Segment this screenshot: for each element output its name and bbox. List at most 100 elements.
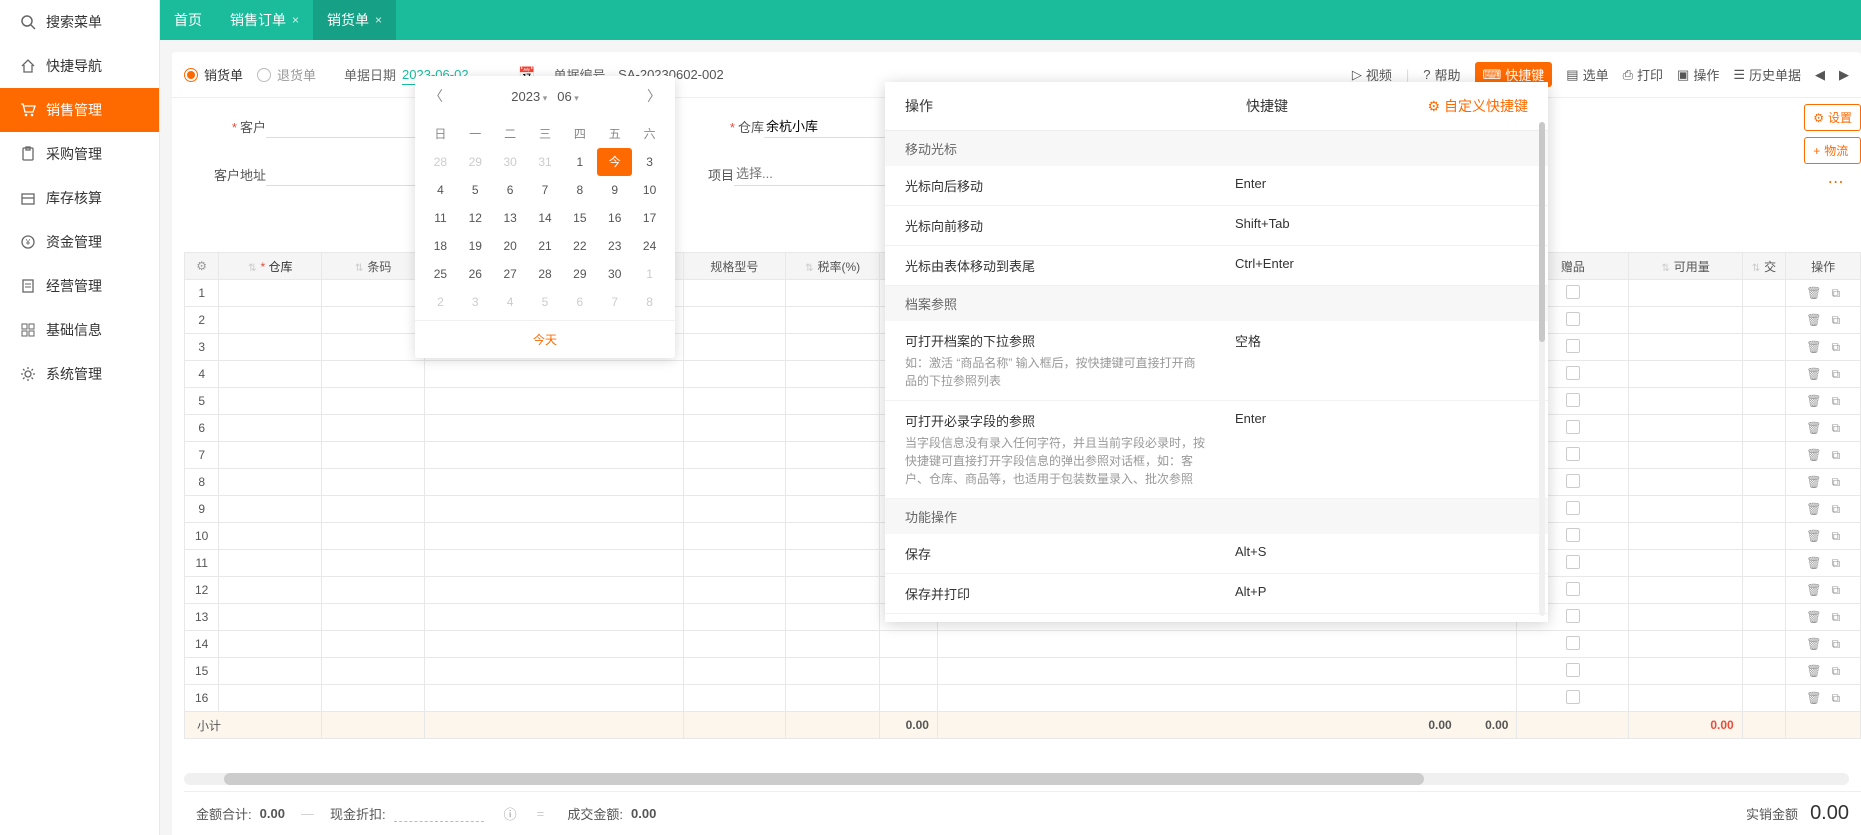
delete-icon[interactable]: 🗑	[1806, 286, 1821, 300]
copy-icon[interactable]: ⧉	[1831, 664, 1840, 679]
cal-day[interactable]: 今	[597, 148, 632, 176]
copy-icon[interactable]: ⧉	[1831, 313, 1840, 328]
cal-day[interactable]: 9	[597, 176, 632, 204]
copy-icon[interactable]: ⧉	[1831, 367, 1840, 382]
copy-icon[interactable]: ⧉	[1831, 610, 1840, 625]
cal-day[interactable]: 28	[528, 260, 563, 288]
close-icon[interactable]: ×	[375, 13, 382, 27]
cal-day[interactable]: 3	[632, 148, 667, 176]
col-warehouse[interactable]: 仓库	[219, 253, 322, 280]
cal-day[interactable]: 8	[562, 176, 597, 204]
delete-icon[interactable]: 🗑	[1806, 610, 1821, 624]
history-link[interactable]: ☰历史单据	[1733, 65, 1801, 84]
tab-sales-invoice[interactable]: 销货单×	[313, 0, 396, 40]
side-purchase[interactable]: 采购管理	[0, 132, 159, 176]
cal-day[interactable]: 14	[528, 204, 563, 232]
cal-day[interactable]: 15	[562, 204, 597, 232]
gift-checkbox[interactable]	[1566, 285, 1580, 299]
pick-link[interactable]: ▤选单	[1566, 65, 1608, 84]
side-search[interactable]: 搜索菜单	[0, 0, 159, 44]
logistics-button[interactable]: +物流	[1804, 137, 1861, 164]
table-row[interactable]: 14 🗑⧉	[185, 631, 1861, 658]
gift-checkbox[interactable]	[1566, 636, 1580, 650]
copy-icon[interactable]: ⧉	[1831, 286, 1840, 301]
cal-day[interactable]: 21	[528, 232, 563, 260]
gift-checkbox[interactable]	[1566, 339, 1580, 353]
cal-day[interactable]: 20	[493, 232, 528, 260]
table-row[interactable]: 16 🗑⧉	[185, 685, 1861, 712]
horizontal-scrollbar[interactable]	[184, 773, 1849, 785]
gift-checkbox[interactable]	[1566, 528, 1580, 542]
cal-day[interactable]: 17	[632, 204, 667, 232]
today-button[interactable]: 今天	[415, 320, 675, 358]
delete-icon[interactable]: 🗑	[1806, 637, 1821, 651]
cal-day[interactable]: 26	[458, 260, 493, 288]
copy-icon[interactable]: ⧉	[1831, 583, 1840, 598]
cal-day[interactable]: 30	[493, 148, 528, 176]
tab-sales-order[interactable]: 销售订单×	[216, 0, 313, 40]
delete-icon[interactable]: 🗑	[1806, 529, 1821, 543]
gift-checkbox[interactable]	[1566, 582, 1580, 596]
cal-day[interactable]: 29	[562, 260, 597, 288]
gift-checkbox[interactable]	[1566, 420, 1580, 434]
delete-icon[interactable]: 🗑	[1806, 421, 1821, 435]
tab-home[interactable]: 首页	[160, 0, 216, 40]
close-icon[interactable]: ×	[292, 13, 299, 27]
panel-scrollbar[interactable]	[1539, 122, 1545, 616]
gift-checkbox[interactable]	[1566, 447, 1580, 461]
gift-checkbox[interactable]	[1566, 474, 1580, 488]
cal-day[interactable]: 30	[597, 260, 632, 288]
cal-day[interactable]: 11	[423, 204, 458, 232]
cal-day[interactable]: 24	[632, 232, 667, 260]
cal-day[interactable]: 6	[562, 288, 597, 316]
cal-day[interactable]: 5	[528, 288, 563, 316]
cal-day[interactable]: 19	[458, 232, 493, 260]
cal-day[interactable]: 3	[458, 288, 493, 316]
delete-icon[interactable]: 🗑	[1806, 502, 1821, 516]
copy-icon[interactable]: ⧉	[1831, 475, 1840, 490]
cal-day[interactable]: 12	[458, 204, 493, 232]
delete-icon[interactable]: 🗑	[1806, 556, 1821, 570]
side-funds[interactable]: ¥ 资金管理	[0, 220, 159, 264]
copy-icon[interactable]: ⧉	[1831, 340, 1840, 355]
cal-day[interactable]: 1	[632, 260, 667, 288]
delete-icon[interactable]: 🗑	[1806, 367, 1821, 381]
col-spec[interactable]: 规格型号	[683, 253, 786, 280]
project-input[interactable]	[734, 162, 894, 186]
cal-day[interactable]: 23	[597, 232, 632, 260]
cal-day[interactable]: 4	[423, 176, 458, 204]
delete-icon[interactable]: 🗑	[1806, 313, 1821, 327]
cal-day[interactable]: 6	[493, 176, 528, 204]
cashdisc-input[interactable]	[394, 806, 484, 822]
side-basic[interactable]: 基础信息	[0, 308, 159, 352]
year-select[interactable]: 2023	[511, 89, 547, 104]
delete-icon[interactable]: 🗑	[1806, 340, 1821, 354]
side-business[interactable]: 经营管理	[0, 264, 159, 308]
delete-icon[interactable]: 🗑	[1806, 583, 1821, 597]
cal-day[interactable]: 4	[493, 288, 528, 316]
copy-icon[interactable]: ⧉	[1831, 502, 1840, 517]
info-icon[interactable]: ⓘ	[504, 804, 517, 823]
prev-doc[interactable]: ◀	[1815, 67, 1825, 83]
cal-day[interactable]: 16	[597, 204, 632, 232]
delete-icon[interactable]: 🗑	[1806, 691, 1821, 705]
cal-day[interactable]: 29	[458, 148, 493, 176]
copy-icon[interactable]: ⧉	[1831, 448, 1840, 463]
custom-shortcut-link[interactable]: ⚙自定义快捷键	[1427, 96, 1528, 116]
delete-icon[interactable]: 🗑	[1806, 475, 1821, 489]
gift-checkbox[interactable]	[1566, 663, 1580, 677]
gear-icon[interactable]: ⚙	[196, 259, 207, 273]
scrollbar-thumb[interactable]	[1539, 122, 1545, 342]
scrollbar-thumb[interactable]	[224, 773, 1424, 785]
cal-day[interactable]: 27	[493, 260, 528, 288]
copy-icon[interactable]: ⧉	[1831, 421, 1840, 436]
cal-day[interactable]: 31	[528, 148, 563, 176]
delete-icon[interactable]: 🗑	[1806, 664, 1821, 678]
cal-day[interactable]: 18	[423, 232, 458, 260]
next-doc[interactable]: ▶	[1839, 67, 1849, 83]
copy-icon[interactable]: ⧉	[1831, 637, 1840, 652]
next-month[interactable]: 〉	[647, 86, 661, 106]
delete-icon[interactable]: 🗑	[1806, 448, 1821, 462]
col-avail[interactable]: 可用量	[1629, 253, 1742, 280]
cal-day[interactable]: 8	[632, 288, 667, 316]
